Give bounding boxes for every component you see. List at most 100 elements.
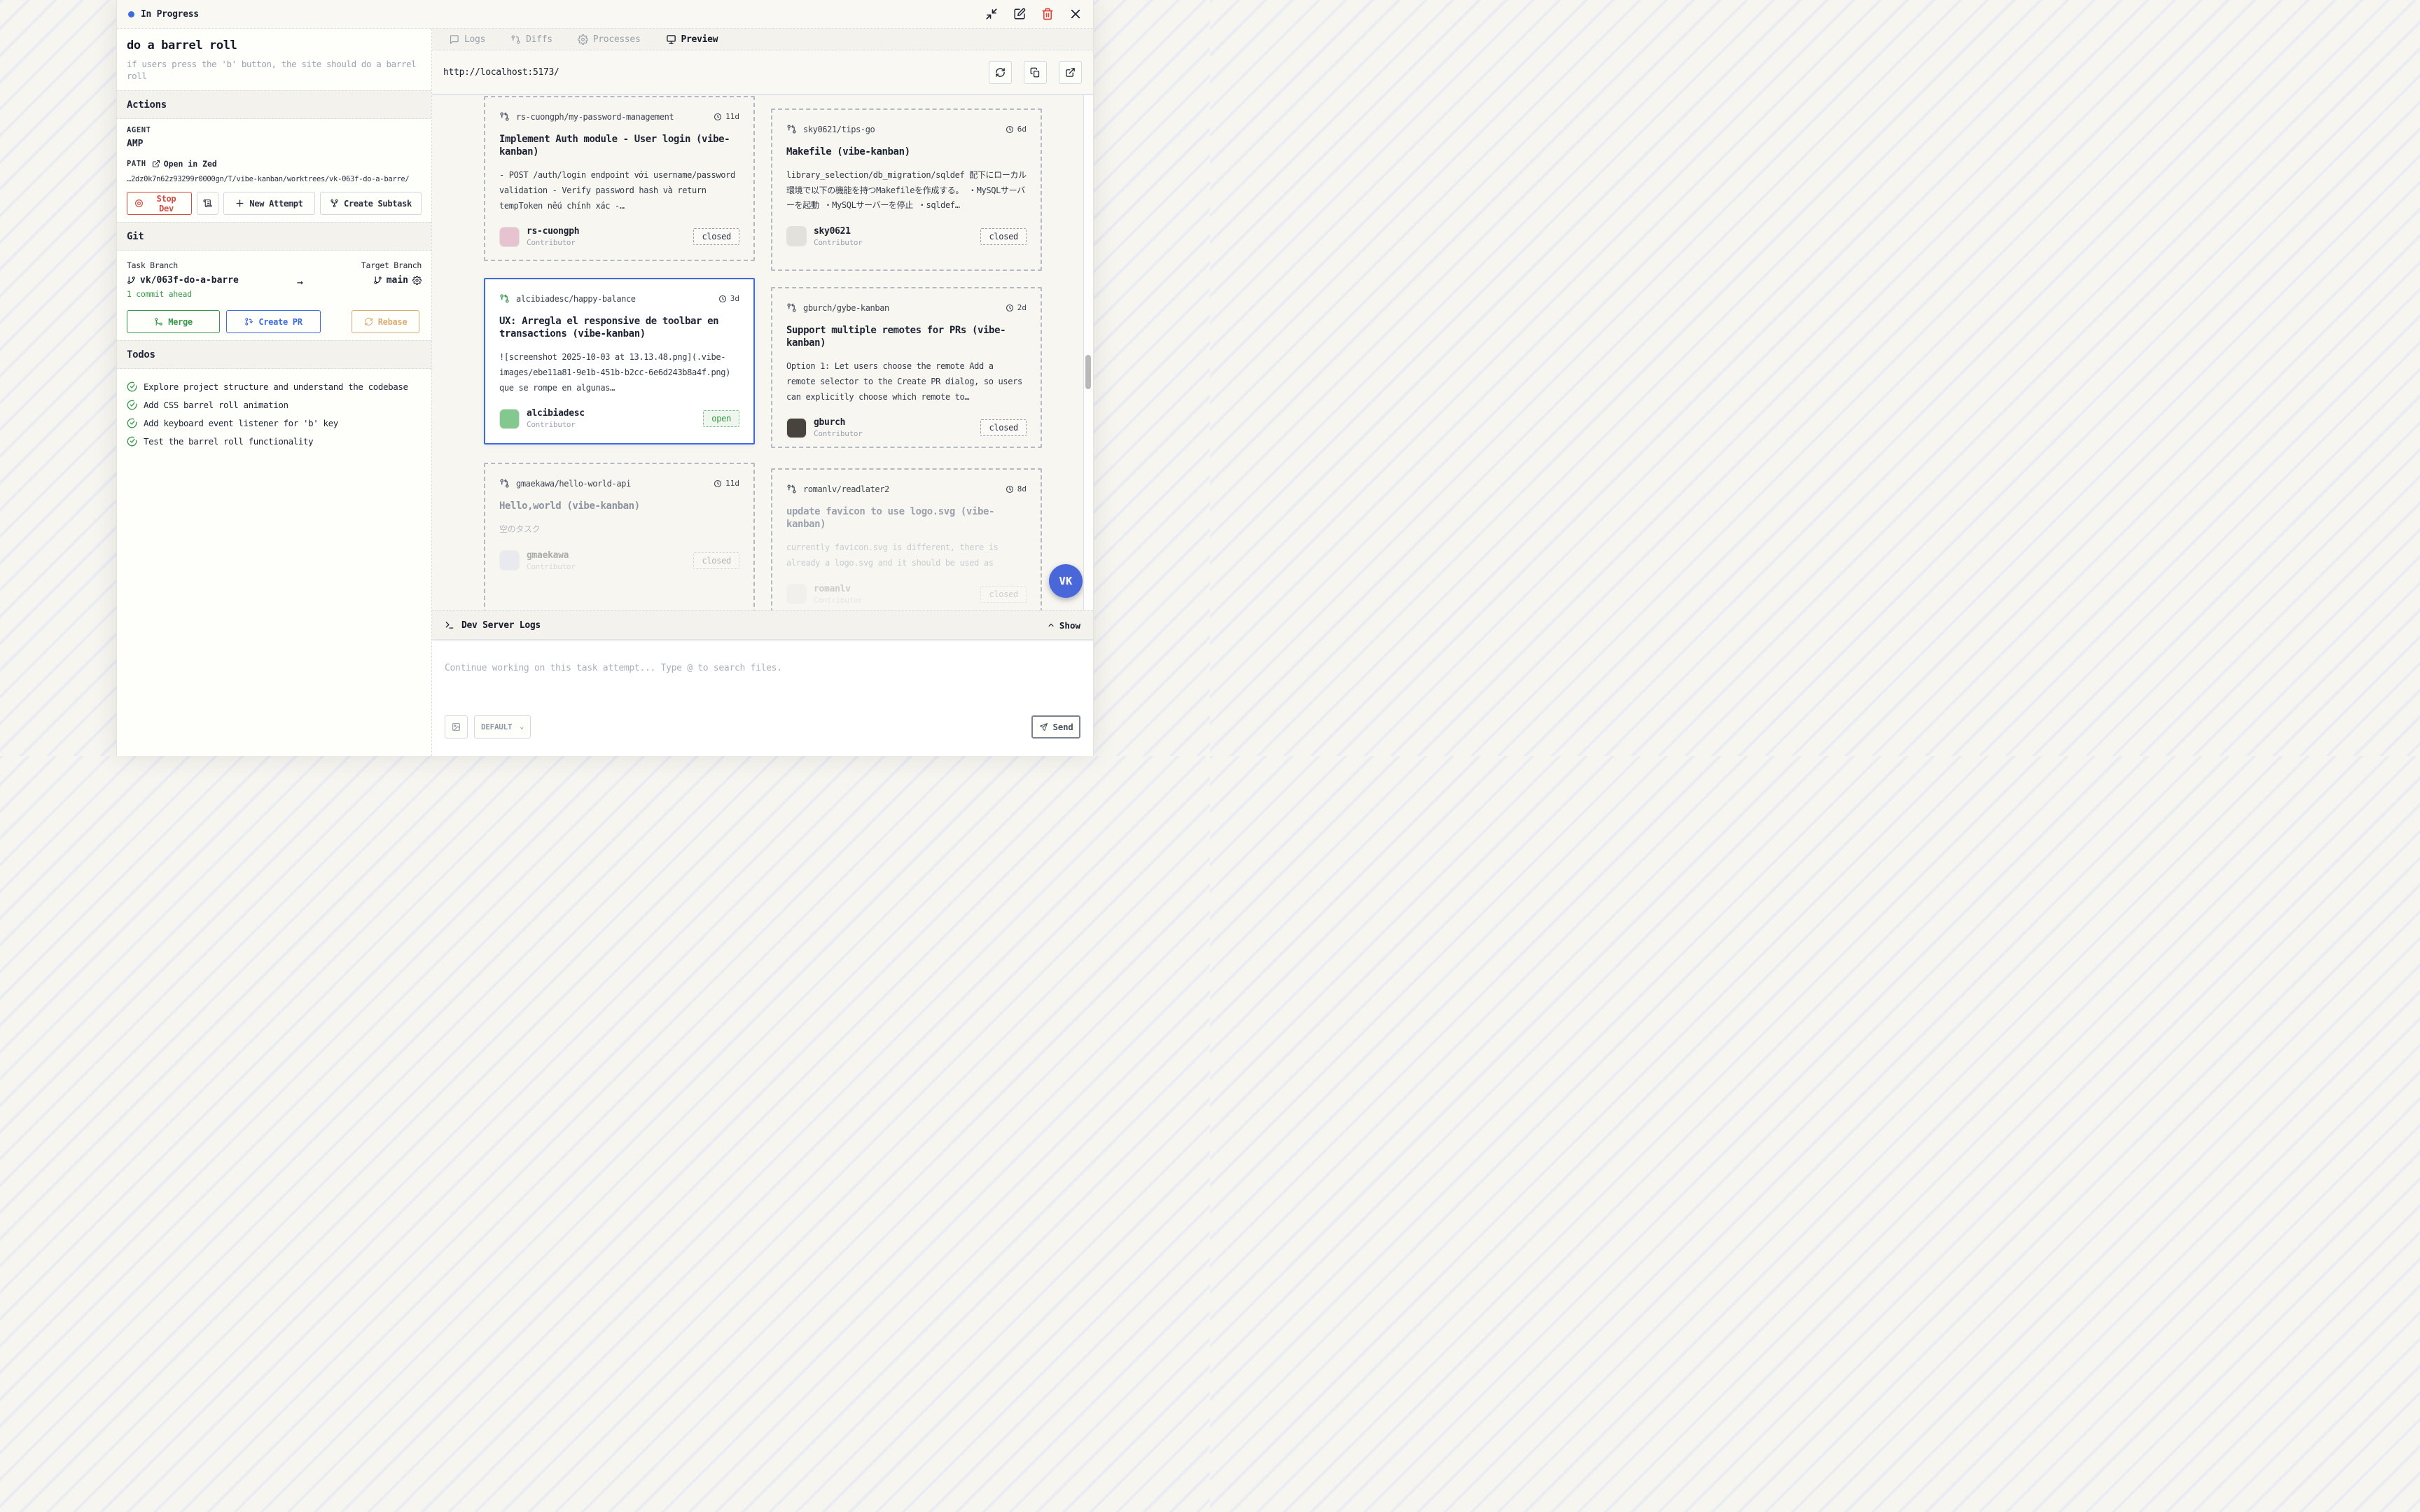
pull-request-icon	[786, 484, 797, 494]
pr-status-badge: closed	[980, 419, 1027, 437]
gear-icon	[577, 34, 588, 45]
copy-icon	[1030, 67, 1040, 77]
pr-card[interactable]: rs-cuongph/my-password-management 11d Im…	[484, 96, 755, 261]
dev-logs-scroll-button[interactable]	[197, 192, 218, 215]
stop-dev-button[interactable]: Stop Dev	[127, 192, 192, 215]
tab-bar: Logs Diffs Processes Preview	[432, 29, 1093, 50]
rebase-button[interactable]: Rebase	[352, 310, 419, 333]
scrollbar-track[interactable]	[1083, 95, 1093, 610]
task-dialog: In Progress do a barrel roll if users pr…	[116, 0, 1094, 756]
card-repo: romanlv/readlater2	[803, 484, 889, 494]
preview-iframe: romanlv/readlater2 8d update favicon to …	[432, 95, 1093, 610]
delete-icon[interactable]	[1041, 8, 1054, 20]
show-logs-toggle[interactable]: Show	[1047, 620, 1080, 631]
card-author: gburch	[814, 417, 846, 428]
task-description: if users press the 'b' button, the site …	[127, 59, 417, 81]
create-subtask-button[interactable]: Create Subtask	[320, 192, 422, 215]
refresh-icon	[364, 318, 373, 326]
task-branch-value: vk/063f-do-a-barre	[127, 275, 239, 286]
refresh-icon	[996, 67, 1005, 77]
card-author-role: Contributor	[527, 420, 576, 430]
tab-processes[interactable]: Processes	[577, 34, 641, 45]
tab-diffs[interactable]: Diffs	[510, 34, 552, 45]
pr-card[interactable]: alcibiadesc/happy-balance 3d UX: Arregla…	[484, 278, 755, 444]
copy-url-button[interactable]	[1024, 60, 1047, 84]
todo-item: Add CSS barrel roll animation	[127, 400, 422, 410]
merge-button[interactable]: Merge	[127, 310, 220, 333]
chevron-up-icon	[1048, 623, 1054, 627]
check-circle-icon	[127, 418, 137, 428]
card-description: currently favicon.svg is different, ther…	[786, 542, 999, 568]
git-section-header: Git	[117, 222, 431, 251]
card-age: 8d	[1006, 484, 1027, 493]
pull-request-icon	[499, 478, 510, 489]
scrollbar-thumb[interactable]	[1085, 355, 1091, 389]
card-author-role: Contributor	[527, 561, 576, 571]
status-dot-icon	[128, 10, 134, 18]
pr-card[interactable]: romanlv/readlater2 8d update favicon to …	[771, 468, 1042, 610]
attach-image-button[interactable]	[445, 715, 468, 738]
open-external-button[interactable]	[1059, 60, 1082, 84]
message-input[interactable]	[432, 640, 1093, 708]
edit-icon[interactable]	[1013, 8, 1026, 20]
pr-card[interactable]: gburch/gybe-kanban 2d Support multiple r…	[771, 287, 1042, 448]
avatar	[786, 584, 807, 605]
clock-icon	[714, 113, 722, 121]
commits-ahead-note: 1 commit ahead	[127, 289, 192, 299]
avatar	[786, 226, 807, 247]
url-input[interactable]: http://localhost:5173/	[443, 67, 559, 78]
pull-request-icon	[786, 124, 797, 134]
profile-select[interactable]: DEFAULT ⌄	[474, 715, 531, 738]
card-title: update favicon to use logo.svg (vibe-kan…	[786, 506, 995, 531]
pr-card[interactable]: sky0621/tips-go 6d Makefile (vibe-kanban…	[771, 108, 1042, 271]
chat-icon	[449, 34, 459, 45]
avatar	[499, 408, 520, 429]
vibe-kanban-bubble[interactable]: VK	[1049, 564, 1083, 598]
composer: DEFAULT ⌄ Send	[432, 640, 1093, 756]
new-attempt-button[interactable]: New Attempt	[223, 192, 315, 215]
minimize-icon[interactable]	[985, 8, 998, 20]
dialog-header: In Progress	[117, 0, 1093, 29]
clock-icon	[1006, 304, 1014, 312]
external-link-icon	[152, 160, 160, 168]
pull-request-icon	[499, 293, 510, 304]
clock-icon	[1006, 125, 1014, 134]
card-age: 3d	[718, 294, 739, 303]
card-author: gmaekawa	[527, 550, 569, 561]
card-author: alcibiadesc	[527, 408, 585, 419]
avatar	[499, 226, 520, 247]
monitor-icon	[666, 34, 676, 45]
open-in-zed-link[interactable]: Open in Zed	[152, 159, 217, 169]
card-description: ![screenshot 2025-10-03 at 13.13.48.png]…	[499, 352, 730, 393]
card-age: 11d	[714, 112, 739, 121]
pull-request-icon	[499, 111, 510, 122]
card-author: rs-cuongph	[527, 226, 580, 237]
gear-icon[interactable]	[412, 276, 422, 285]
card-title: Implement Auth module - User login (vibe…	[499, 134, 730, 158]
chevron-down-icon: ⌄	[520, 723, 524, 731]
pr-status-badge: closed	[980, 585, 1027, 603]
tab-preview[interactable]: Preview	[666, 34, 718, 45]
card-author-role: Contributor	[814, 595, 863, 605]
card-repo: sky0621/tips-go	[803, 124, 875, 134]
check-circle-icon	[127, 382, 137, 392]
send-icon	[1039, 723, 1048, 731]
card-repo: gmaekawa/hello-world-api	[516, 478, 631, 489]
clock-icon	[718, 295, 727, 303]
fork-icon	[331, 199, 338, 208]
send-button[interactable]: Send	[1031, 715, 1080, 738]
clock-icon	[1006, 485, 1014, 493]
close-icon[interactable]	[1069, 8, 1082, 20]
tab-logs[interactable]: Logs	[449, 34, 485, 45]
card-author-role: Contributor	[814, 429, 863, 439]
card-age: 2d	[1006, 303, 1027, 312]
create-pr-button[interactable]: Create PR	[226, 310, 321, 333]
actions-section: AGENT AMP PATH Open in Zed …2dz0k7n62z93…	[117, 119, 431, 222]
agent-label: AGENT	[127, 126, 151, 134]
pr-status-badge: closed	[693, 228, 739, 246]
pr-card[interactable]: gmaekawa/hello-world-api 11d Hello,world…	[484, 463, 755, 610]
pr-status-badge: closed	[980, 227, 1027, 245]
card-title: Support multiple remotes for PRs (vibe-k…	[786, 325, 1006, 349]
diff-icon	[510, 34, 521, 45]
refresh-button[interactable]	[989, 60, 1012, 84]
